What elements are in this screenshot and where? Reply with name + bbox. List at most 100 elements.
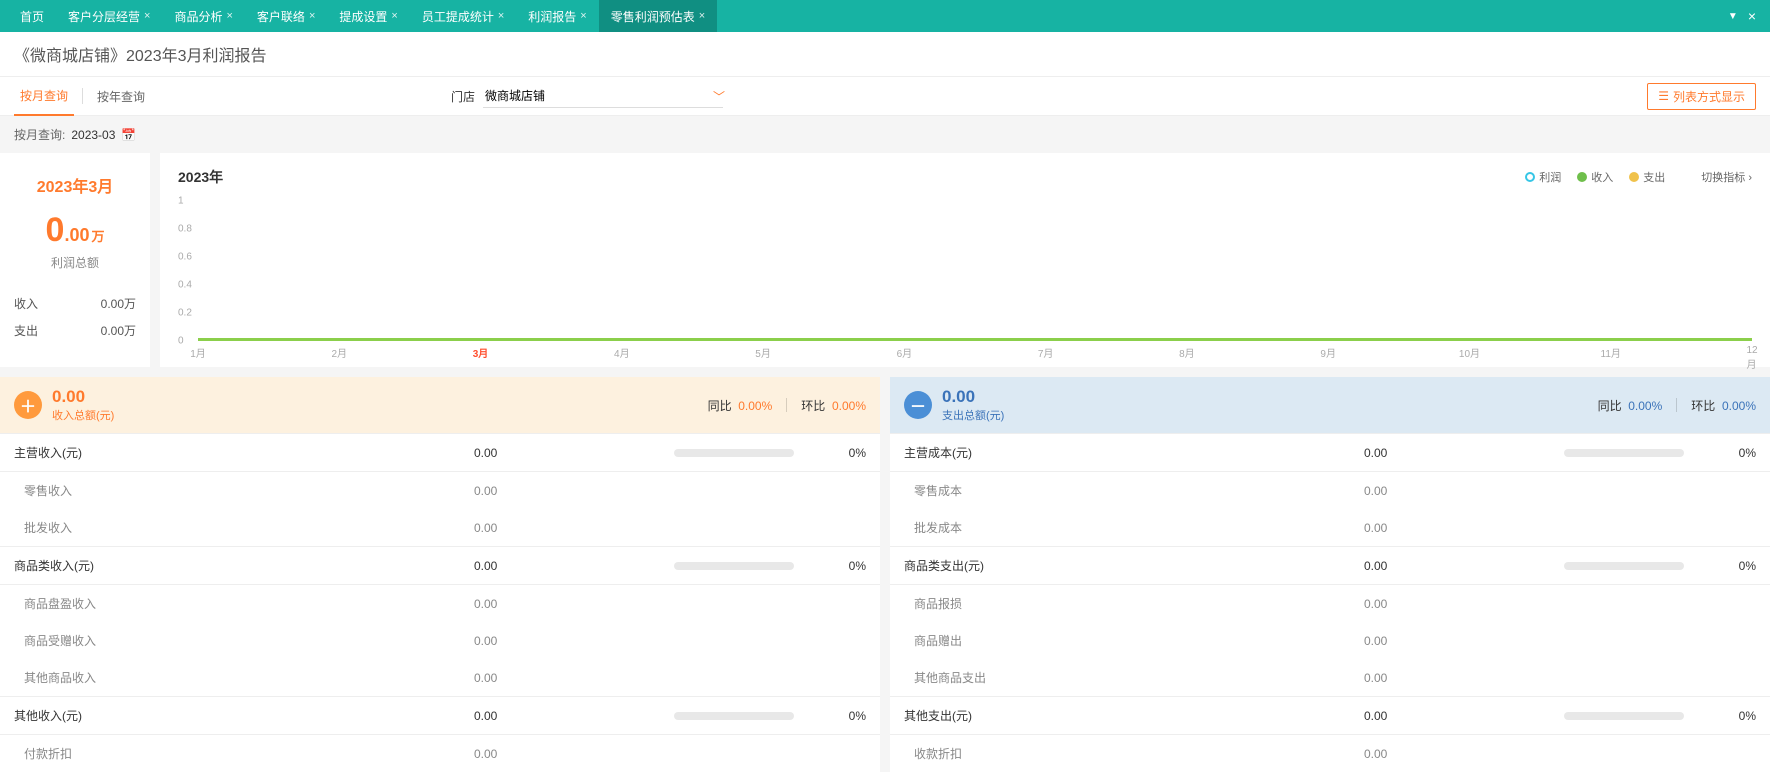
divider [82,88,83,104]
legend-expense[interactable]: 支出 [1629,169,1665,185]
tab-customer-tier[interactable]: 客户分层经营× [56,0,162,32]
table-row: 其他支出(元)0.000% [890,697,1770,735]
close-icon[interactable]: × [226,10,232,22]
row-value: 0.00 [1350,434,1550,472]
close-icon[interactable]: × [309,10,315,22]
table-row: 批发收入0.00 [0,509,880,547]
close-all-icon[interactable]: × [1748,8,1756,24]
table-row: 其他商品收入0.00 [0,659,880,697]
close-icon[interactable]: × [498,10,504,22]
row-value: 0.00 [460,735,660,772]
row-label: 零售成本 [890,472,1350,510]
x-tick: 7月 [1038,345,1054,360]
row-label: 商品赠出 [890,622,1350,659]
row-value: 0.00 [460,547,660,585]
query-bar: 按月查询 按年查询 门店 ﹀ ☰ 列表方式显示 [0,76,1770,116]
income-icon: ＋ [14,391,42,419]
row-value: 0.00 [460,472,660,510]
y-tick: 1 [178,196,184,207]
row-value: 0.00 [460,585,660,623]
legend-income[interactable]: 收入 [1577,169,1613,185]
tab-retail-profit-estimate[interactable]: 零售利润预估表× [599,0,717,32]
row-value: 0.00 [1350,659,1550,697]
row-label: 付款折扣 [0,735,460,772]
tab-employee-commission[interactable]: 员工提成统计× [410,0,516,32]
store-label: 门店 [451,88,475,105]
table-row: 商品报损0.00 [890,585,1770,623]
tab-home[interactable]: 首页 [8,0,56,32]
row-label: 收款折扣 [890,735,1350,772]
tab-product-analysis[interactable]: 商品分析× [162,0,244,32]
table-row: 其他收入(元)0.000% [0,697,880,735]
table-row: 商品受赠收入0.00 [0,622,880,659]
row-value: 0.00 [460,697,660,735]
circle-icon [1525,172,1535,182]
row-pct: 0% [820,547,880,585]
toggle-metric-button[interactable]: 切换指标 › [1701,169,1752,185]
close-icon[interactable]: × [580,10,586,22]
row-bar [1550,547,1710,585]
summary-card: 2023年3月 0.00万 利润总额 收入 0.00万 支出 0.00万 [0,153,150,367]
date-filter-label: 按月查询: [14,126,65,143]
tab-commission-setting[interactable]: 提成设置× [327,0,409,32]
row-pct: 0% [820,434,880,472]
chevron-down-icon[interactable]: ﹀ [713,88,725,105]
x-tick: 8月 [1179,345,1195,360]
legend-profit[interactable]: 利润 [1525,169,1561,185]
y-tick: 0 [178,336,184,347]
table-row: 商品赠出0.00 [890,622,1770,659]
date-filter-value[interactable]: 2023-03 [71,128,115,142]
row-value: 0.00 [460,509,660,547]
yoy-label: 同比 [1598,399,1622,413]
tab-profit-report[interactable]: 利润报告× [516,0,598,32]
x-tick: 5月 [755,345,771,360]
calendar-icon[interactable]: 📅 [121,128,136,142]
income-total-label: 收入总额(元) [52,407,114,423]
store-select[interactable] [483,85,723,108]
row-label: 商品类收入(元) [0,547,460,585]
y-tick: 0.4 [178,280,192,291]
y-tick: 0.2 [178,308,192,319]
chart-title: 2023年 [178,167,223,187]
yoy-label: 同比 [708,399,732,413]
top-tabbar: 首页 客户分层经营× 商品分析× 客户联络× 提成设置× 员工提成统计× 利润报… [0,0,1770,32]
row-bar [660,434,820,472]
mom-value: 0.00% [1722,399,1756,413]
row-label: 批发收入 [0,509,460,547]
list-mode-button[interactable]: ☰ 列表方式显示 [1647,83,1756,110]
row-pct: 0% [1710,697,1770,735]
divider [786,398,787,412]
table-row: 批发成本0.00 [890,509,1770,547]
row-pct: 0% [820,697,880,735]
row-value: 0.00 [1350,547,1550,585]
chevron-down-icon[interactable]: ▼ [1728,11,1738,22]
subtab-year[interactable]: 按年查询 [91,76,151,116]
tab-customer-contact[interactable]: 客户联络× [245,0,327,32]
y-tick: 0.8 [178,224,192,235]
chart-plot[interactable]: 1月2月3月4月5月6月7月8月9月10月11月12月 10.80.60.40.… [178,191,1752,361]
profit-unit: 万 [91,229,104,244]
page-title: 《微商城店铺》2023年3月利润报告 [0,32,1770,76]
row-label: 主营收入(元) [0,434,460,472]
circle-icon [1577,172,1587,182]
x-tick: 1月 [190,345,206,360]
x-tick: 12月 [1746,345,1757,371]
row-label: 批发成本 [890,509,1350,547]
row-value: 0.00 [1350,735,1550,772]
close-icon[interactable]: × [391,10,397,22]
row-value: 0.00 [460,659,660,697]
list-icon: ☰ [1658,89,1669,103]
subtab-month[interactable]: 按月查询 [14,76,74,116]
row-bar [660,697,820,735]
row-label: 商品盘盈收入 [0,585,460,623]
income-total-value: 0.00 [52,387,114,407]
expense-icon: － [904,391,932,419]
expense-total-value: 0.00 [942,387,1004,407]
table-row: 收款折扣0.00 [890,735,1770,772]
table-row: 主营收入(元)0.000% [0,434,880,472]
close-icon[interactable]: × [144,10,150,22]
close-icon[interactable]: × [699,10,705,22]
table-row: 商品类支出(元)0.000% [890,547,1770,585]
row-bar [1550,697,1710,735]
expense-value: 0.00万 [101,322,136,339]
